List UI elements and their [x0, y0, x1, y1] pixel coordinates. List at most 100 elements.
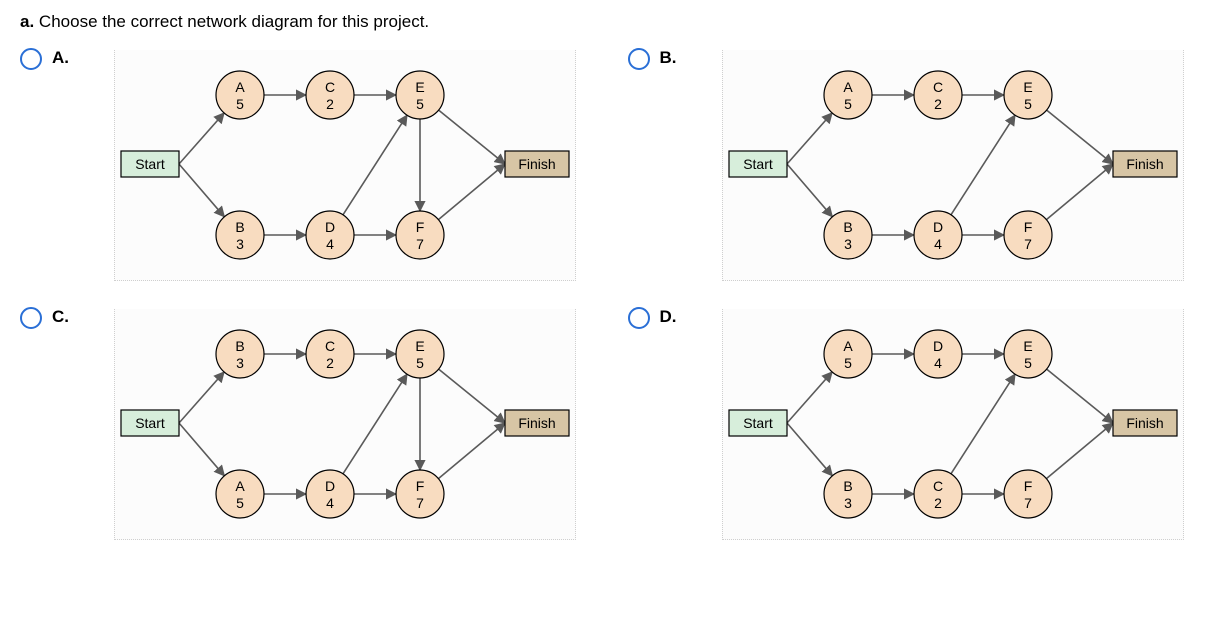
svg-text:Start: Start	[135, 156, 165, 172]
svg-text:2: 2	[934, 96, 942, 112]
svg-text:B: B	[235, 338, 244, 354]
start-node: Start	[729, 151, 787, 177]
activity-F: F7	[396, 470, 444, 518]
svg-text:4: 4	[934, 355, 942, 371]
svg-text:7: 7	[416, 495, 424, 511]
edge-b2-finish	[438, 164, 505, 220]
edge-t2-finish	[1046, 110, 1112, 164]
svg-text:7: 7	[1024, 495, 1032, 511]
activity-E: E5	[1004, 330, 1052, 378]
svg-text:C: C	[325, 79, 335, 95]
activity-B: B3	[824, 211, 872, 259]
finish-node: Finish	[505, 151, 569, 177]
activity-D: D4	[306, 211, 354, 259]
activity-F: F7	[396, 211, 444, 259]
radio-C[interactable]	[20, 307, 42, 329]
svg-text:A: A	[843, 338, 853, 354]
activity-C: C2	[306, 330, 354, 378]
label-D: D.	[660, 307, 682, 327]
activity-A: A5	[216, 71, 264, 119]
activity-B: B3	[216, 330, 264, 378]
radio-A[interactable]	[20, 48, 42, 70]
finish-node: Finish	[505, 410, 569, 436]
activity-C: C2	[914, 470, 962, 518]
svg-text:5: 5	[844, 355, 852, 371]
activity-C: C2	[306, 71, 354, 119]
choices-grid: A. StartFinishA5C2E5B3D4F7 B. StartFinis…	[20, 46, 1205, 540]
svg-text:D: D	[325, 219, 335, 235]
edge-start-b0	[179, 423, 224, 476]
svg-text:Start: Start	[743, 156, 773, 172]
svg-text:4: 4	[326, 495, 334, 511]
edge-b1-t2	[950, 374, 1014, 474]
diagram-A: Start Finish A5 C2 E5 B3 D4 F7	[114, 50, 576, 281]
radio-D[interactable]	[628, 307, 650, 329]
svg-text:F: F	[416, 478, 425, 494]
activity-F: F7	[1004, 470, 1052, 518]
choice-C[interactable]: C. StartFinishB3C2E5A5D4F7	[20, 305, 598, 540]
svg-text:E: E	[1023, 338, 1032, 354]
svg-text:5: 5	[236, 495, 244, 511]
edge-b1-t2	[343, 374, 407, 474]
radio-B[interactable]	[628, 48, 650, 70]
edge-start-t0	[787, 372, 832, 423]
svg-text:7: 7	[1024, 236, 1032, 252]
label-B: B.	[660, 48, 682, 68]
svg-text:2: 2	[326, 96, 334, 112]
edge-start-b0	[787, 423, 832, 476]
question-text: a. Choose the correct network diagram fo…	[20, 12, 1205, 32]
svg-text:3: 3	[236, 236, 244, 252]
svg-text:Finish: Finish	[518, 415, 555, 431]
svg-text:F: F	[1023, 219, 1032, 235]
diagram-D: StartFinishA5D4E5B3C2F7	[722, 309, 1184, 540]
svg-text:3: 3	[844, 495, 852, 511]
edge-start-t0	[179, 372, 224, 423]
svg-text:E: E	[415, 338, 424, 354]
svg-text:Start: Start	[135, 415, 165, 431]
svg-text:2: 2	[326, 355, 334, 371]
start-node: Start	[729, 410, 787, 436]
finish-node: Finish	[1113, 410, 1177, 436]
edge-start-t0	[179, 113, 224, 164]
edge-b2-finish	[1046, 423, 1113, 479]
svg-text:F: F	[416, 219, 425, 235]
edge-start-b0	[787, 164, 832, 217]
svg-text:5: 5	[844, 96, 852, 112]
svg-text:Finish: Finish	[1126, 156, 1163, 172]
choice-A[interactable]: A. StartFinishA5C2E5B3D4F7	[20, 46, 598, 281]
choice-D[interactable]: D. StartFinishA5D4E5B3C2F7	[628, 305, 1206, 540]
activity-D: D4	[914, 330, 962, 378]
svg-text:C: C	[932, 79, 942, 95]
svg-text:Start: Start	[743, 415, 773, 431]
svg-text:E: E	[1023, 79, 1032, 95]
activity-E: E5	[396, 71, 444, 119]
svg-text:5: 5	[1024, 355, 1032, 371]
edge-b2-finish	[438, 423, 505, 479]
activity-A: A5	[216, 470, 264, 518]
svg-text:5: 5	[416, 355, 424, 371]
activity-D: D4	[306, 470, 354, 518]
question-body: Choose the correct network diagram for t…	[39, 12, 429, 31]
svg-text:7: 7	[416, 236, 424, 252]
edge-t2-finish	[1046, 369, 1112, 423]
diagram-B: StartFinishA5C2E5B3D4F7	[722, 50, 1184, 281]
svg-text:F: F	[1023, 478, 1032, 494]
label-C: C.	[52, 307, 74, 327]
activity-C: C2	[914, 71, 962, 119]
svg-text:B: B	[843, 219, 852, 235]
question-prefix: a.	[20, 12, 34, 31]
svg-text:B: B	[843, 478, 852, 494]
activity-B: B3	[824, 470, 872, 518]
svg-text:B: B	[235, 219, 244, 235]
svg-text:E: E	[415, 79, 424, 95]
edge-start-t0	[787, 113, 832, 164]
svg-text:D: D	[932, 338, 942, 354]
svg-text:3: 3	[844, 236, 852, 252]
choice-B[interactable]: B. StartFinishA5C2E5B3D4F7	[628, 46, 1206, 281]
svg-text:Finish: Finish	[518, 156, 555, 172]
activity-A: A5	[824, 71, 872, 119]
edge-b1-t2	[343, 115, 407, 215]
activity-E: E5	[396, 330, 444, 378]
svg-text:4: 4	[934, 236, 942, 252]
activity-A: A5	[824, 330, 872, 378]
